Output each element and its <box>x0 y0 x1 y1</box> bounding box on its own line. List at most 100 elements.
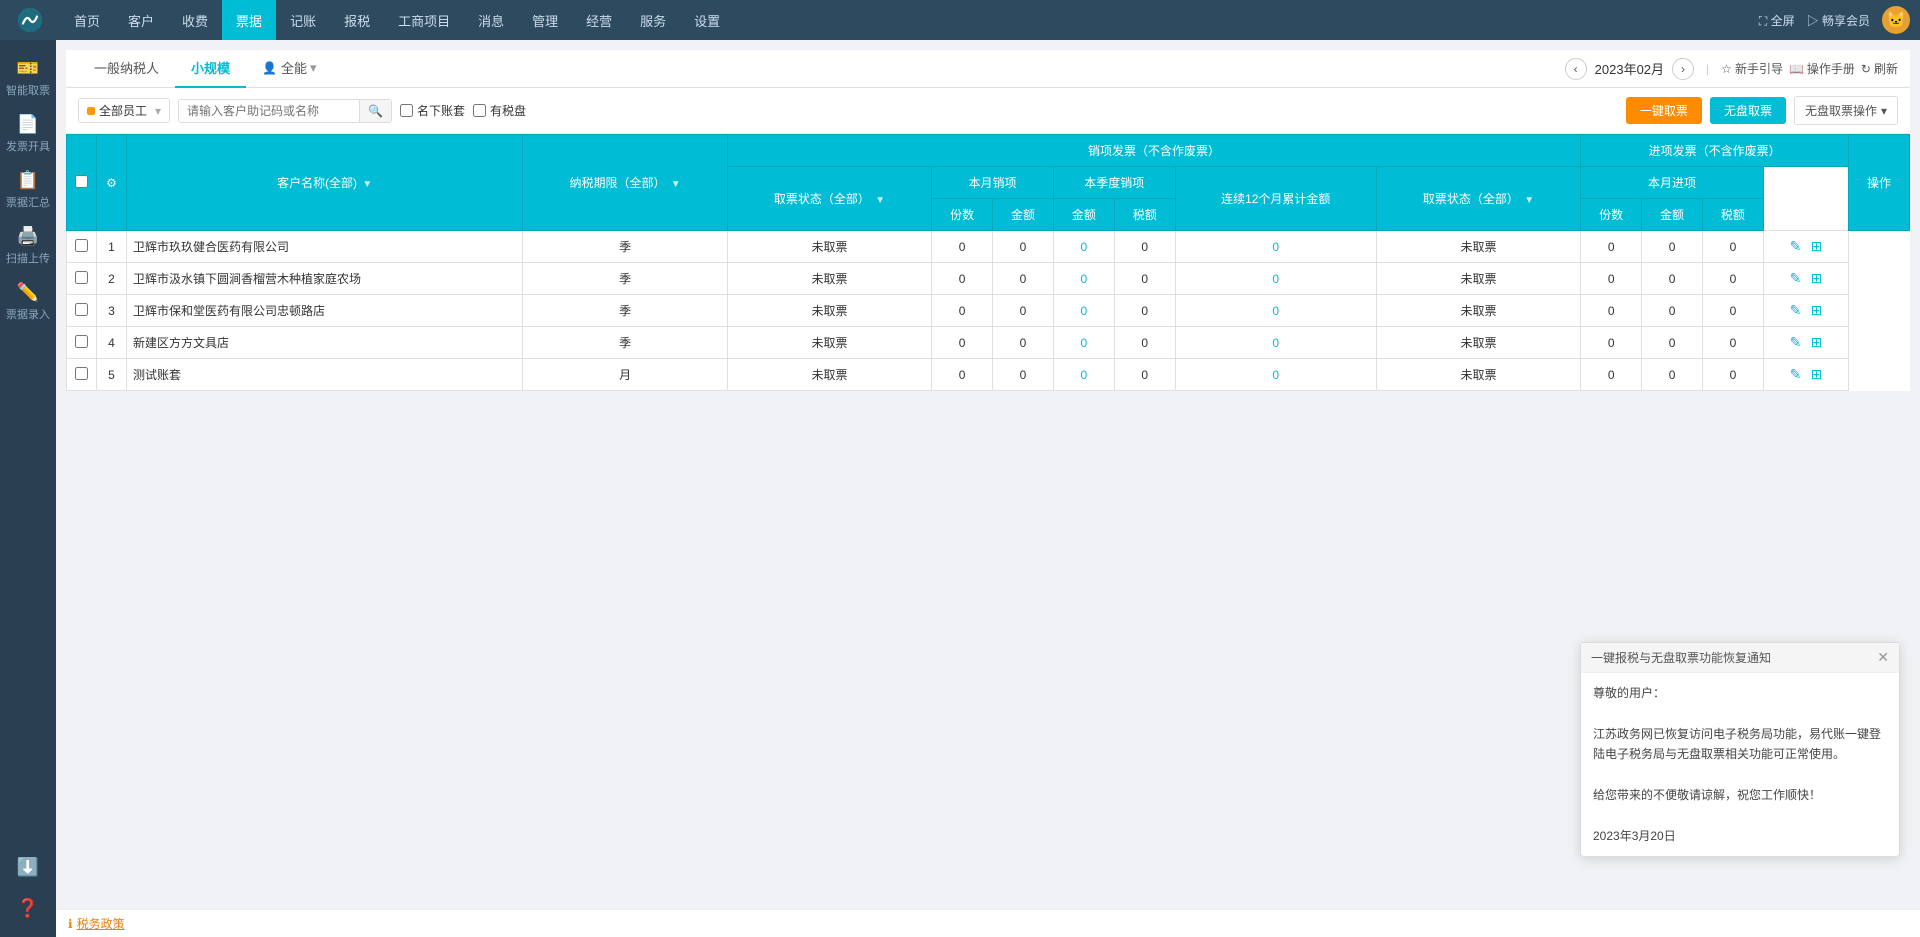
nav-tax[interactable]: 报税 <box>330 0 384 40</box>
tab-all-icon: 👤 <box>262 61 277 75</box>
employee-filter[interactable]: 全部员工 ▾ <box>78 98 170 123</box>
row-sales-month-qty-0: 0 <box>932 231 993 263</box>
period-prev-btn[interactable]: ‹ <box>1565 58 1587 80</box>
row-view-icon-0[interactable]: ⊞ <box>1811 238 1823 254</box>
no-disk-ops-btn[interactable]: 无盘取票操作 ▾ <box>1794 96 1898 125</box>
purchase-status-filter-icon[interactable]: ▼ <box>1524 195 1534 206</box>
notification-close-btn[interactable]: ✕ <box>1877 649 1889 666</box>
nav-service[interactable]: 服务 <box>626 0 680 40</box>
row-edit-icon-0[interactable]: ✎ <box>1790 238 1802 254</box>
row-sales-quarter-amount-0: 0 <box>1053 231 1114 263</box>
refresh-icon: ↻ <box>1861 62 1871 76</box>
user-avatar[interactable]: 🐱 <box>1882 6 1910 34</box>
row-sales-quarter-amount-3: 0 <box>1053 327 1114 359</box>
row-sales-quarter-tax-3: 0 <box>1114 327 1175 359</box>
row-edit-icon-3[interactable]: ✎ <box>1790 334 1802 350</box>
sidebar-label-invoice-summary: 票据汇总 <box>6 194 50 210</box>
sidebar-item-scan-upload[interactable]: 🖨️ 扫描上传 <box>0 218 56 274</box>
nav-items: 首页 客户 收费 票据 记账 报税 工商项目 消息 管理 经营 服务 设置 <box>60 0 1759 40</box>
tab-general-taxpayer[interactable]: 一般纳税人 <box>78 50 175 88</box>
sidebar: 🎫 智能取票 📄 发票开具 📋 票据汇总 🖨️ 扫描上传 ✏️ 票据录入 ⬇️ … <box>0 40 56 937</box>
new-user-guide-btn[interactable]: ☆ 新手引导 <box>1721 60 1783 77</box>
row-tax-period-3: 季 <box>523 327 727 359</box>
tax-policy-link[interactable]: 税务政策 <box>77 915 125 932</box>
nav-fee[interactable]: 收费 <box>168 0 222 40</box>
row-actions-2: ✎ ⊞ <box>1763 295 1848 327</box>
has-tax-disk-checkbox-label[interactable]: 有税盘 <box>473 102 526 119</box>
row-purchase-month-amount-0: 0 <box>1642 231 1703 263</box>
manual-btn[interactable]: 📖 操作手册 <box>1789 60 1855 77</box>
nav-invoice[interactable]: 票据 <box>222 0 276 40</box>
sidebar-help[interactable]: ❓ <box>0 890 56 927</box>
no-disk-btn[interactable]: 无盘取票 <box>1710 97 1786 124</box>
search-button[interactable]: 🔍 <box>359 100 391 122</box>
sidebar-item-invoice-open[interactable]: 📄 发票开具 <box>0 106 56 162</box>
row-edit-icon-2[interactable]: ✎ <box>1790 302 1802 318</box>
row-view-icon-4[interactable]: ⊞ <box>1811 366 1823 382</box>
customer-filter-icon[interactable]: ▼ <box>362 179 372 190</box>
status-icon: ℹ <box>68 917 73 931</box>
th-sales-quarter-tax: 税额 <box>1114 199 1175 231</box>
member-btn[interactable]: ▷ 畅享会员 <box>1807 12 1870 29</box>
nav-operation[interactable]: 经营 <box>572 0 626 40</box>
one-click-btn[interactable]: 一键取票 <box>1626 97 1702 124</box>
sidebar-item-smart-ticket[interactable]: 🎫 智能取票 <box>0 50 56 106</box>
search-input[interactable] <box>179 100 359 122</box>
th-purchase-group: 进项发票（不含作废票） <box>1581 135 1849 167</box>
my-accounts-checkbox-label[interactable]: 名下账套 <box>400 102 465 119</box>
nav-home[interactable]: 首页 <box>60 0 114 40</box>
nav-customer[interactable]: 客户 <box>114 0 168 40</box>
row-purchase-month-qty-1: 0 <box>1581 263 1642 295</box>
tab-all[interactable]: 👤 全能 ▾ <box>246 50 333 88</box>
row-sales-month-amount-0: 0 <box>993 231 1054 263</box>
row-sales-month-qty-3: 0 <box>932 327 993 359</box>
row-purchase-status-0: 未取票 <box>1376 231 1580 263</box>
row-sales-quarter-amount-4: 0 <box>1053 359 1114 391</box>
nav-commerce[interactable]: 工商项目 <box>384 0 464 40</box>
fullscreen-btn[interactable]: ⛶ 全屏 <box>1759 12 1795 29</box>
sales-status-filter-icon[interactable]: ▼ <box>875 195 885 206</box>
row-select-2[interactable] <box>75 303 88 316</box>
row-checkbox-0 <box>67 231 97 263</box>
row-checkbox-3 <box>67 327 97 359</box>
tab-small-scale[interactable]: 小规模 <box>175 50 246 88</box>
top-nav: 首页 客户 收费 票据 记账 报税 工商项目 消息 管理 经营 服务 设置 ⛶ … <box>0 0 1920 40</box>
row-view-icon-1[interactable]: ⊞ <box>1811 270 1823 286</box>
nav-bookkeeping[interactable]: 记账 <box>276 0 330 40</box>
row-select-1[interactable] <box>75 271 88 284</box>
row-select-0[interactable] <box>75 239 88 252</box>
nav-settings[interactable]: 设置 <box>680 0 734 40</box>
row-customer-2: 卫辉市保和堂医药有限公司忠顿路店 <box>127 295 523 327</box>
row-select-3[interactable] <box>75 335 88 348</box>
sidebar-item-invoice-entry[interactable]: ✏️ 票据录入 <box>0 274 56 330</box>
notification-apology: 给您带来的不便敬请谅解，祝您工作顺快！ <box>1593 785 1887 805</box>
row-checkbox-2 <box>67 295 97 327</box>
download-icon: ⬇️ <box>17 857 39 878</box>
notification-header: 一键报税与无盘取票功能恢复通知 ✕ <box>1581 643 1899 673</box>
tax-period-filter-icon[interactable]: ▼ <box>671 179 681 190</box>
row-select-4[interactable] <box>75 367 88 380</box>
nav-manage[interactable]: 管理 <box>518 0 572 40</box>
my-accounts-checkbox[interactable] <box>400 104 413 117</box>
table-row: 5 测试账套 月 未取票 0 0 0 0 0 未取票 0 0 0 ✎ ⊞ <box>67 359 1910 391</box>
row-cumulative-4: 0 <box>1175 359 1376 391</box>
row-no-1: 2 <box>97 263 127 295</box>
row-sales-quarter-tax-2: 0 <box>1114 295 1175 327</box>
row-sales-month-amount-4: 0 <box>993 359 1054 391</box>
row-customer-0: 卫辉市玖玖健合医药有限公司 <box>127 231 523 263</box>
nav-right: ⛶ 全屏 ▷ 畅享会员 🐱 <box>1759 6 1910 34</box>
row-edit-icon-1[interactable]: ✎ <box>1790 270 1802 286</box>
row-cumulative-0: 0 <box>1175 231 1376 263</box>
row-purchase-month-tax-4: 0 <box>1703 359 1764 391</box>
select-all-checkbox[interactable] <box>75 175 88 188</box>
has-tax-disk-checkbox[interactable] <box>473 104 486 117</box>
refresh-btn[interactable]: ↻ 刷新 <box>1861 60 1898 77</box>
nav-message[interactable]: 消息 <box>464 0 518 40</box>
row-sales-status-1: 未取票 <box>727 263 931 295</box>
sidebar-download[interactable]: ⬇️ <box>0 849 56 886</box>
row-view-icon-2[interactable]: ⊞ <box>1811 302 1823 318</box>
sidebar-item-invoice-summary[interactable]: 📋 票据汇总 <box>0 162 56 218</box>
row-edit-icon-4[interactable]: ✎ <box>1790 366 1802 382</box>
row-view-icon-3[interactable]: ⊞ <box>1811 334 1823 350</box>
period-next-btn[interactable]: › <box>1672 58 1694 80</box>
